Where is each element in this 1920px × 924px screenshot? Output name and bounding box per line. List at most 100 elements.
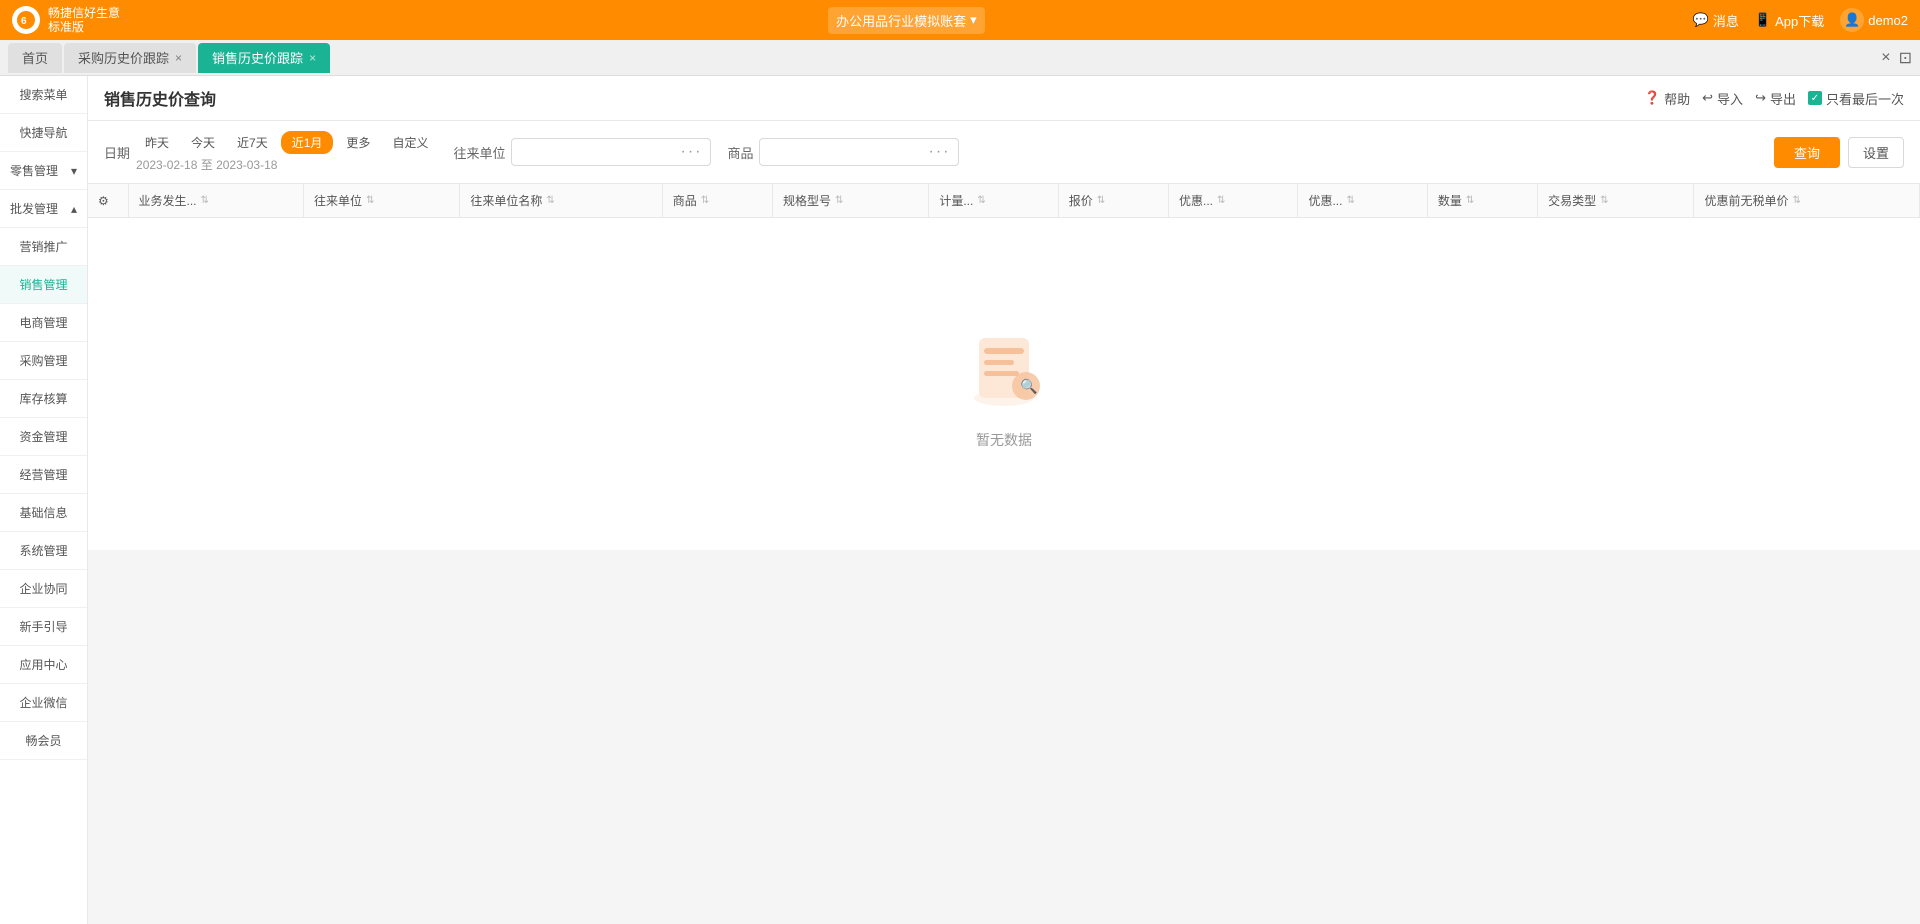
sidebar-item-basic-info[interactable]: 基础信息 [0, 494, 87, 532]
col-biz-date[interactable]: 业务发生... ⇅ [128, 184, 304, 218]
svg-text:6: 6 [21, 16, 27, 27]
inventory-label: 库存核算 [19, 390, 67, 407]
app-download-btn[interactable]: 📱 App下载 [1755, 11, 1824, 30]
date-yesterday-btn[interactable]: 昨天 [136, 131, 178, 154]
sidebar-item-wholesale[interactable]: 批发管理 ▴ [0, 190, 87, 228]
window-close-btn[interactable]: × [1881, 49, 1890, 67]
sidebar-item-purchase[interactable]: 采购管理 [0, 342, 87, 380]
tab-bar: 首页 采购历史价跟踪 × 销售历史价跟踪 × × ⊡ [0, 40, 1920, 76]
col-trade-type[interactable]: 交易类型 ⇅ [1538, 184, 1694, 218]
tab-purchase-history[interactable]: 采购历史价跟踪 × [64, 43, 196, 73]
tab-sales-label: 销售历史价跟踪 [212, 48, 303, 67]
wholesale-label: 批发管理 [10, 200, 58, 217]
date-more-btn[interactable]: 更多 [337, 131, 379, 154]
operations-label: 经营管理 [19, 466, 67, 483]
tab-home-label: 首页 [22, 48, 48, 67]
partner-input-dots: ··· [680, 143, 702, 161]
sidebar-item-inventory[interactable]: 库存核算 [0, 380, 87, 418]
only-last-checkbox[interactable]: ✓ 只看最后一次 [1808, 89, 1904, 108]
col-settings[interactable]: ⚙ [88, 184, 128, 218]
import-btn[interactable]: ↩ 导入 [1702, 89, 1743, 108]
col-partner-name[interactable]: 往来单位名称 ⇅ [460, 184, 662, 218]
tab-home[interactable]: 首页 [8, 43, 62, 73]
sidebar-item-wechat[interactable]: 企业微信 [0, 684, 87, 722]
top-bar-left: 6 畅捷信好生意 标准版 [12, 6, 120, 35]
col-discount2[interactable]: 优惠... ⇅ [1298, 184, 1427, 218]
goods-input[interactable]: ··· [759, 138, 959, 166]
top-bar-right: 💬 消息 📱 App下载 👤 demo2 [1693, 8, 1908, 32]
col-discount1[interactable]: 优惠... ⇅ [1169, 184, 1298, 218]
goods-filter-label: 商品 [727, 143, 753, 162]
sidebar-item-ecommerce[interactable]: 电商管理 [0, 304, 87, 342]
sort-spec-icon: ⇅ [835, 195, 843, 206]
user-label: demo2 [1868, 13, 1908, 28]
sidebar-item-app-center[interactable]: 应用中心 [0, 646, 87, 684]
checkbox-icon: ✓ [1808, 91, 1822, 105]
only-last-label: 只看最后一次 [1826, 89, 1904, 108]
date-today-btn[interactable]: 今天 [182, 131, 224, 154]
sidebar-item-search-menu[interactable]: 搜索菜单 [0, 76, 87, 114]
import-icon: ↩ [1702, 90, 1713, 106]
tab-sales-history[interactable]: 销售历史价跟踪 × [198, 43, 330, 73]
date-filter-group: 日期 昨天 今天 近7天 近1月 更多 自定义 2023-02-18 至 202… [104, 131, 437, 173]
marketing-label: 营销推广 [19, 238, 67, 255]
sort-price-icon: ⇅ [1097, 195, 1105, 206]
tab-sales-close[interactable]: × [309, 51, 316, 65]
col-unit-label: 计量... [939, 192, 973, 209]
sidebar-item-retail[interactable]: 零售管理 ▾ [0, 152, 87, 190]
dropdown-arrow-icon: ▾ [970, 12, 977, 28]
col-price[interactable]: 报价 ⇅ [1058, 184, 1168, 218]
svg-text:🔍: 🔍 [1020, 377, 1037, 395]
settings-button[interactable]: 设置 [1848, 137, 1904, 168]
date-filter-label: 日期 [104, 143, 130, 162]
system-label: 系统管理 [19, 542, 67, 559]
sort-partner-name-icon: ⇅ [546, 195, 554, 206]
sidebar-item-quick-nav[interactable]: 快捷导航 [0, 114, 87, 152]
goods-input-dots: ··· [929, 143, 951, 161]
page-header: 销售历史价查询 ❓ 帮助 ↩ 导入 ↪ 导出 ✓ 只看最后一次 [88, 76, 1920, 121]
main-layout: 搜索菜单 快捷导航 零售管理 ▾ 批发管理 ▴ 营销推广 销售管理 电商管理 采… [0, 76, 1920, 924]
retail-arrow-icon: ▾ [71, 164, 77, 178]
empty-icon: 🔍 [954, 318, 1054, 418]
sidebar-item-operations[interactable]: 经营管理 [0, 456, 87, 494]
user-menu[interactable]: 👤 demo2 [1840, 8, 1908, 32]
query-button[interactable]: 查询 [1774, 137, 1840, 168]
col-pretax-price[interactable]: 优惠前无税单价 ⇅ [1694, 184, 1920, 218]
export-btn[interactable]: ↪ 导出 [1755, 89, 1796, 108]
col-spec[interactable]: 规格型号 ⇅ [773, 184, 929, 218]
sidebar-item-finance[interactable]: 资金管理 [0, 418, 87, 456]
sidebar-item-sales-mgmt[interactable]: 销售管理 [0, 266, 87, 304]
tab-purchase-close[interactable]: × [175, 51, 182, 65]
col-partner-code[interactable]: 往来单位 ⇅ [304, 184, 460, 218]
retail-label: 零售管理 [10, 162, 58, 179]
help-icon: ❓ [1644, 90, 1660, 106]
message-btn[interactable]: 💬 消息 [1693, 11, 1739, 30]
col-goods[interactable]: 商品 ⇅ [662, 184, 772, 218]
sidebar-item-guide[interactable]: 新手引导 [0, 608, 87, 646]
col-unit[interactable]: 计量... ⇅ [929, 184, 1058, 218]
col-biz-date-label: 业务发生... [139, 192, 197, 209]
col-qty[interactable]: 数量 ⇅ [1427, 184, 1537, 218]
brand-text: 畅捷信好生意 标准版 [48, 6, 120, 35]
date-custom-btn[interactable]: 自定义 [383, 131, 437, 154]
sort-trade-type-icon: ⇅ [1600, 195, 1608, 206]
help-btn[interactable]: ❓ 帮助 [1644, 89, 1690, 108]
sidebar-item-enterprise[interactable]: 企业协同 [0, 570, 87, 608]
sidebar-item-marketing[interactable]: 营销推广 [0, 228, 87, 266]
col-price-label: 报价 [1069, 192, 1093, 209]
partner-input[interactable]: ··· [511, 138, 711, 166]
tab-purchase-label: 采购历史价跟踪 [78, 48, 169, 67]
account-selector[interactable]: 办公用品行业模拟账套 ▾ [828, 7, 985, 34]
date-last1m-btn[interactable]: 近1月 [281, 131, 334, 154]
content-area: 销售历史价查询 ❓ 帮助 ↩ 导入 ↪ 导出 ✓ 只看最后一次 [88, 76, 1920, 924]
sidebar-item-member[interactable]: 畅会员 [0, 722, 87, 760]
enterprise-label: 企业协同 [19, 580, 67, 597]
tab-bar-actions: × ⊡ [1881, 48, 1912, 68]
sidebar-item-system[interactable]: 系统管理 [0, 532, 87, 570]
sort-biz-date-icon: ⇅ [201, 195, 209, 206]
date-range-text: 2023-02-18 至 2023-03-18 [136, 156, 437, 173]
date-last7-btn[interactable]: 近7天 [228, 131, 277, 154]
empty-state: 🔍 暂无数据 [88, 218, 1920, 550]
filter-right-actions: 查询 设置 [1774, 137, 1904, 168]
window-maximize-btn[interactable]: ⊡ [1899, 48, 1912, 68]
